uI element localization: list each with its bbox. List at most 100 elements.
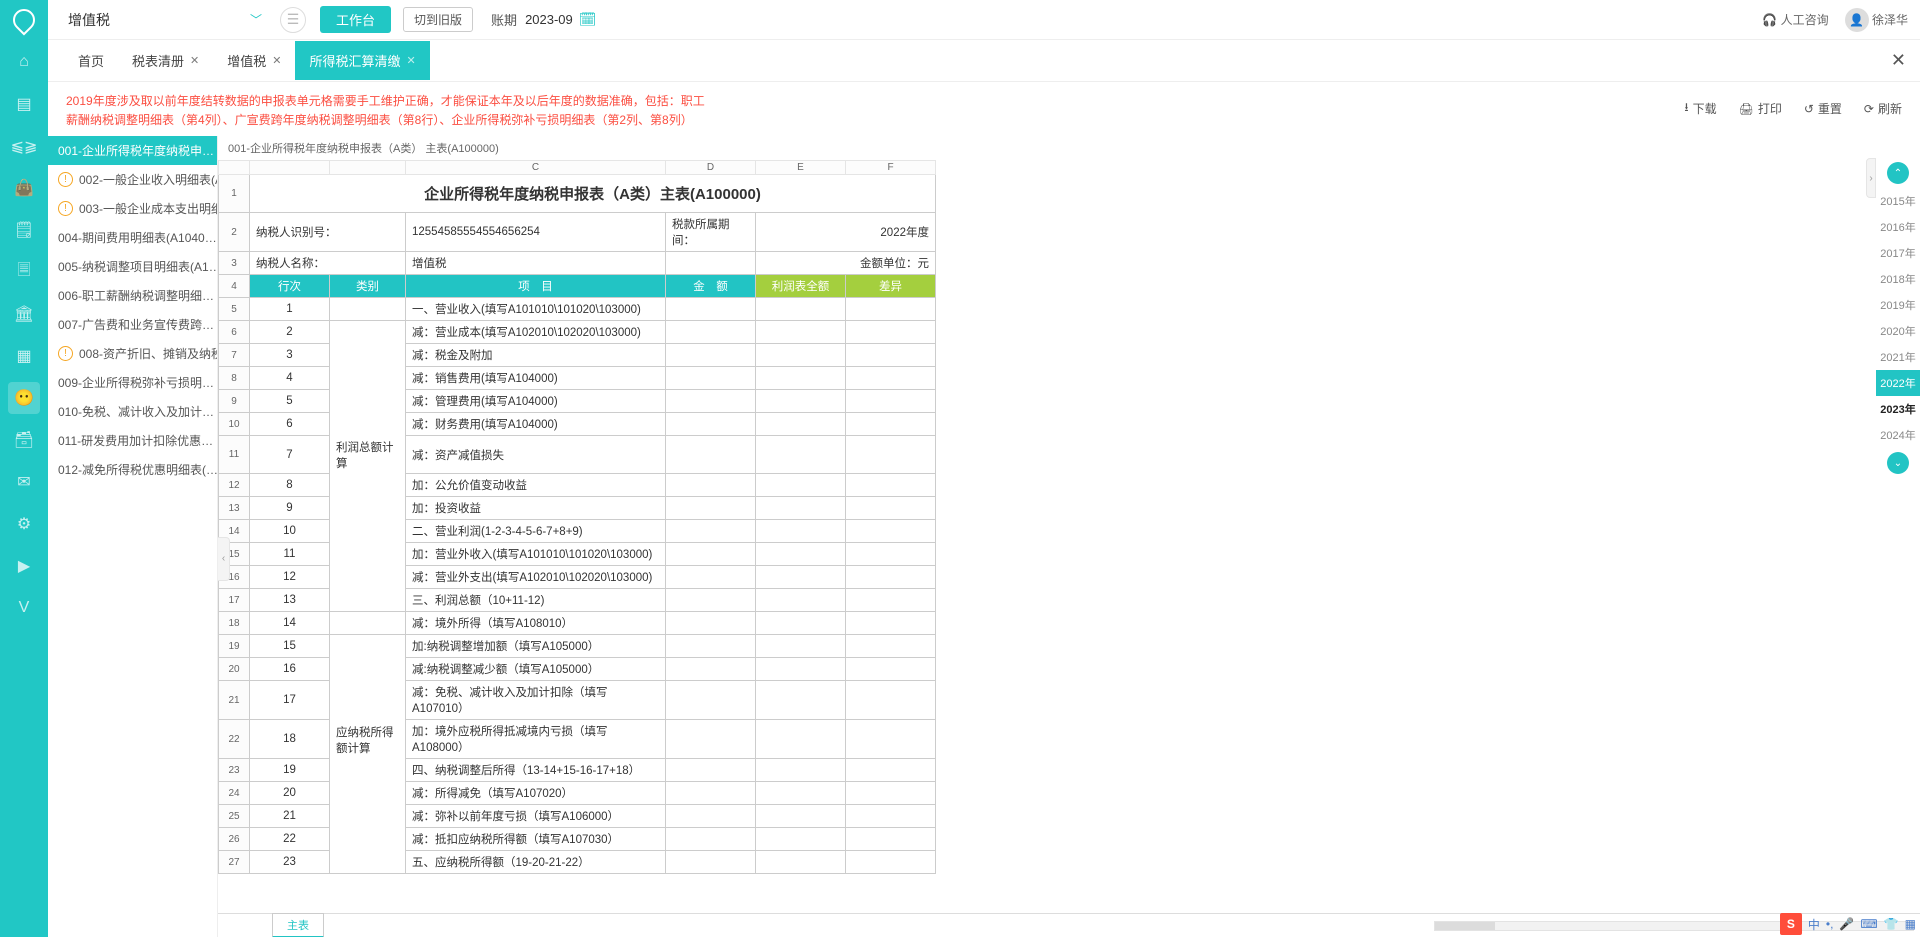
cell[interactable]: 24 — [218, 782, 250, 805]
cell[interactable]: 减：管理费用(填写A104000) — [406, 390, 666, 413]
cell[interactable] — [846, 612, 936, 635]
cell[interactable] — [330, 543, 406, 566]
cell[interactable] — [756, 805, 846, 828]
cell[interactable] — [330, 367, 406, 390]
cell[interactable]: 19 — [250, 759, 330, 782]
cell[interactable]: 行次 — [250, 275, 330, 298]
tab-tax-list[interactable]: 税表清册✕ — [118, 41, 213, 80]
tab-income-tax[interactable]: 所得税汇算清缴✕ — [295, 41, 429, 80]
cell[interactable] — [330, 805, 406, 828]
cell[interactable]: 2022年度 — [756, 213, 936, 252]
cell[interactable]: 11 — [250, 543, 330, 566]
cell[interactable]: 22 — [250, 828, 330, 851]
cell[interactable]: 10 — [218, 413, 250, 436]
cell[interactable]: 11 — [218, 436, 250, 474]
cell[interactable]: 利润总额计算 — [330, 436, 406, 474]
workbench-button[interactable]: 工作台 — [320, 6, 391, 33]
cell[interactable] — [846, 497, 936, 520]
cell[interactable]: 3 — [218, 252, 250, 275]
cell[interactable] — [846, 828, 936, 851]
cell[interactable]: 减：弥补以前年度亏损（填写A106000） — [406, 805, 666, 828]
cell[interactable] — [330, 658, 406, 681]
cell[interactable] — [846, 782, 936, 805]
cell[interactable] — [846, 805, 936, 828]
cell[interactable]: 5 — [218, 298, 250, 321]
rail-doc-icon[interactable]: ▤ — [8, 88, 40, 120]
cell[interactable]: 7 — [218, 344, 250, 367]
cell[interactable]: 1 — [218, 175, 250, 213]
cell[interactable] — [330, 782, 406, 805]
cell[interactable] — [756, 612, 846, 635]
cell[interactable] — [330, 390, 406, 413]
cell[interactable] — [330, 681, 406, 720]
cell[interactable] — [666, 782, 756, 805]
rail-archive-icon[interactable]: 🗃 — [8, 424, 40, 456]
cell[interactable] — [666, 612, 756, 635]
cell[interactable]: 21 — [218, 681, 250, 720]
cell[interactable] — [846, 390, 936, 413]
cell[interactable]: 5 — [250, 390, 330, 413]
rail-chart-icon[interactable]: ⫹⫺ — [8, 130, 40, 162]
cell[interactable] — [666, 851, 756, 874]
cell[interactable] — [666, 474, 756, 497]
cell[interactable]: 17 — [218, 589, 250, 612]
close-icon[interactable]: ✕ — [190, 54, 199, 67]
cell[interactable] — [330, 566, 406, 589]
cell[interactable] — [330, 298, 406, 321]
year-item[interactable]: 2017年 — [1876, 240, 1920, 266]
cell[interactable]: 6 — [218, 321, 250, 344]
cell[interactable] — [330, 520, 406, 543]
cell[interactable]: 9 — [218, 390, 250, 413]
cell[interactable] — [846, 543, 936, 566]
cell[interactable] — [756, 828, 846, 851]
sheet-tab[interactable]: 主表 — [272, 913, 324, 937]
cell[interactable] — [846, 413, 936, 436]
ime-lang[interactable]: 中 — [1808, 916, 1820, 933]
cell[interactable] — [846, 658, 936, 681]
cell[interactable]: 23 — [218, 759, 250, 782]
cell[interactable]: 一、营业收入(填写A101010\101020\103000) — [406, 298, 666, 321]
cell[interactable]: 26 — [218, 828, 250, 851]
cell[interactable]: 差异 — [846, 275, 936, 298]
cell[interactable]: 加：境外应税所得抵减境内亏损（填写A108000） — [406, 720, 666, 759]
cell[interactable]: 2 — [218, 213, 250, 252]
cell[interactable] — [666, 828, 756, 851]
cell[interactable] — [846, 681, 936, 720]
logo[interactable] — [0, 0, 48, 40]
old-version-button[interactable]: 切到旧版 — [403, 7, 473, 32]
cell[interactable]: 20 — [218, 658, 250, 681]
cell[interactable]: 8 — [250, 474, 330, 497]
rail-bag-icon[interactable]: 👜 — [8, 172, 40, 204]
ime-mic-icon[interactable]: 🎤 — [1839, 917, 1854, 931]
cell[interactable] — [666, 436, 756, 474]
cell[interactable]: 减：税金及附加 — [406, 344, 666, 367]
cell[interactable]: 16 — [250, 658, 330, 681]
form-item[interactable]: 002-一般企业收入明细表(A1… — [48, 165, 217, 194]
cell[interactable] — [666, 298, 756, 321]
ime-punct-icon[interactable]: •, — [1826, 917, 1834, 931]
cell[interactable]: 4 — [250, 367, 330, 390]
cell[interactable] — [756, 344, 846, 367]
cell[interactable]: 五、应纳税所得额（19-20-21-22） — [406, 851, 666, 874]
cell[interactable] — [330, 759, 406, 782]
cell[interactable] — [666, 681, 756, 720]
cell[interactable] — [666, 720, 756, 759]
cell[interactable] — [666, 321, 756, 344]
cell[interactable] — [330, 413, 406, 436]
cell[interactable]: 7 — [250, 436, 330, 474]
year-item[interactable]: 2022年 — [1876, 370, 1920, 396]
calendar-icon[interactable]: 🗓 — [579, 11, 597, 28]
cell[interactable]: 21 — [250, 805, 330, 828]
cell[interactable] — [330, 612, 406, 635]
rail-mail-icon[interactable]: ✉ — [8, 466, 40, 498]
cell[interactable]: 8 — [218, 367, 250, 390]
form-item[interactable]: 003-一般企业成本支出明细… — [48, 194, 217, 223]
cell[interactable] — [330, 321, 406, 344]
cell[interactable]: 税款所属期间： — [666, 213, 756, 252]
cell[interactable]: 15 — [250, 635, 330, 658]
cell[interactable]: 利润表全额 — [756, 275, 846, 298]
cell[interactable]: 19 — [218, 635, 250, 658]
form-item[interactable]: 007-广告费和业务宣传费跨… — [48, 310, 217, 339]
cell[interactable] — [846, 759, 936, 782]
cell[interactable] — [330, 828, 406, 851]
